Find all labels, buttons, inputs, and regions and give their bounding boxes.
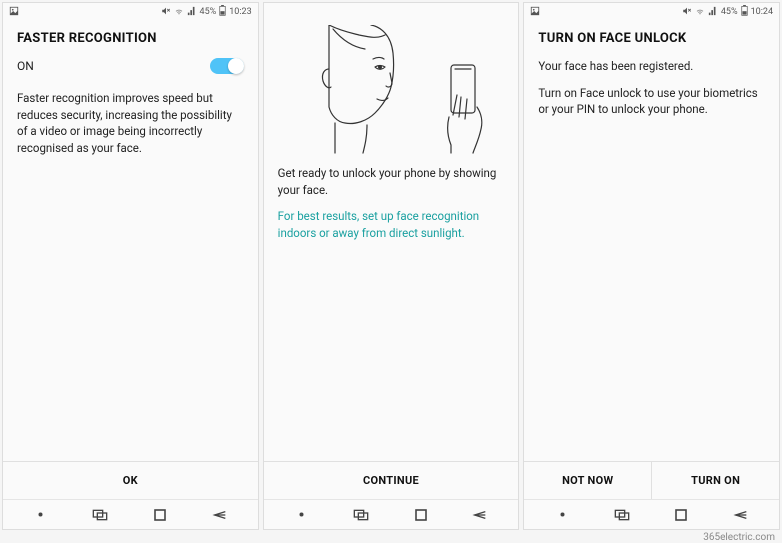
toggle-row: ON: [17, 58, 244, 74]
mute-icon: [161, 6, 171, 19]
wifi-icon: [174, 6, 184, 19]
back-icon[interactable]: [209, 504, 231, 526]
face-illustration: [278, 25, 505, 155]
home-icon[interactable]: [410, 504, 432, 526]
not-now-button[interactable]: NOT NOW: [524, 462, 651, 499]
signal-icon: [708, 6, 718, 19]
description-text: Faster recognition improves speed but re…: [17, 90, 244, 157]
bottom-bar: NOT NOW TURN ON: [524, 461, 779, 499]
nav-dot-icon[interactable]: [551, 504, 573, 526]
statusbar: 45% 10:24: [524, 3, 779, 21]
back-icon[interactable]: [469, 504, 491, 526]
home-icon[interactable]: [149, 504, 171, 526]
navigation-bar: [264, 499, 519, 529]
battery-text: 45%: [721, 7, 738, 17]
screen-face-setup: Get ready to unlock your phone by showin…: [263, 2, 520, 530]
battery-icon: [741, 5, 748, 19]
tip-text: For best results, set up face recognitio…: [278, 208, 505, 241]
battery-text: 45%: [200, 7, 217, 17]
recents-icon[interactable]: [89, 504, 111, 526]
content-area: FASTER RECOGNITION ON Faster recognition…: [3, 21, 258, 461]
image-icon: [530, 6, 540, 19]
content-area: TURN ON FACE UNLOCK Your face has been r…: [524, 21, 779, 461]
time-text: 10:23: [229, 7, 251, 17]
registered-text: Your face has been registered.: [538, 58, 765, 75]
screen-faster-recognition: 45% 10:23 FASTER RECOGNITION ON Faster r…: [2, 2, 259, 530]
home-icon[interactable]: [670, 504, 692, 526]
nav-dot-icon[interactable]: [291, 504, 313, 526]
image-icon: [9, 6, 19, 19]
explain-text: Turn on Face unlock to use your biometri…: [538, 85, 765, 118]
time-text: 10:24: [751, 7, 773, 17]
turn-on-button[interactable]: TURN ON: [651, 462, 779, 499]
instruction-text: Get ready to unlock your phone by showin…: [278, 165, 505, 198]
watermark: 365electric.com: [703, 532, 775, 543]
bottom-bar: CONTINUE: [264, 461, 519, 499]
statusbar: 45% 10:23: [3, 3, 258, 21]
signal-icon: [187, 6, 197, 19]
screen-turn-on-face-unlock: 45% 10:24 TURN ON FACE UNLOCK Your face …: [523, 2, 780, 530]
toggle-switch[interactable]: [210, 58, 244, 74]
toggle-knob: [228, 58, 244, 74]
wifi-icon: [695, 6, 705, 19]
battery-icon: [219, 5, 226, 19]
ok-button[interactable]: OK: [3, 462, 258, 499]
page-title: FASTER RECOGNITION: [17, 31, 244, 46]
page-title: TURN ON FACE UNLOCK: [538, 31, 765, 46]
content-area: Get ready to unlock your phone by showin…: [264, 21, 519, 461]
recents-icon[interactable]: [611, 504, 633, 526]
statusbar: [264, 3, 519, 21]
navigation-bar: [3, 499, 258, 529]
navigation-bar: [524, 499, 779, 529]
toggle-label: ON: [17, 59, 34, 73]
recents-icon[interactable]: [350, 504, 372, 526]
continue-button[interactable]: CONTINUE: [264, 462, 519, 499]
bottom-bar: OK: [3, 461, 258, 499]
back-icon[interactable]: [730, 504, 752, 526]
nav-dot-icon[interactable]: [30, 504, 52, 526]
mute-icon: [682, 6, 692, 19]
